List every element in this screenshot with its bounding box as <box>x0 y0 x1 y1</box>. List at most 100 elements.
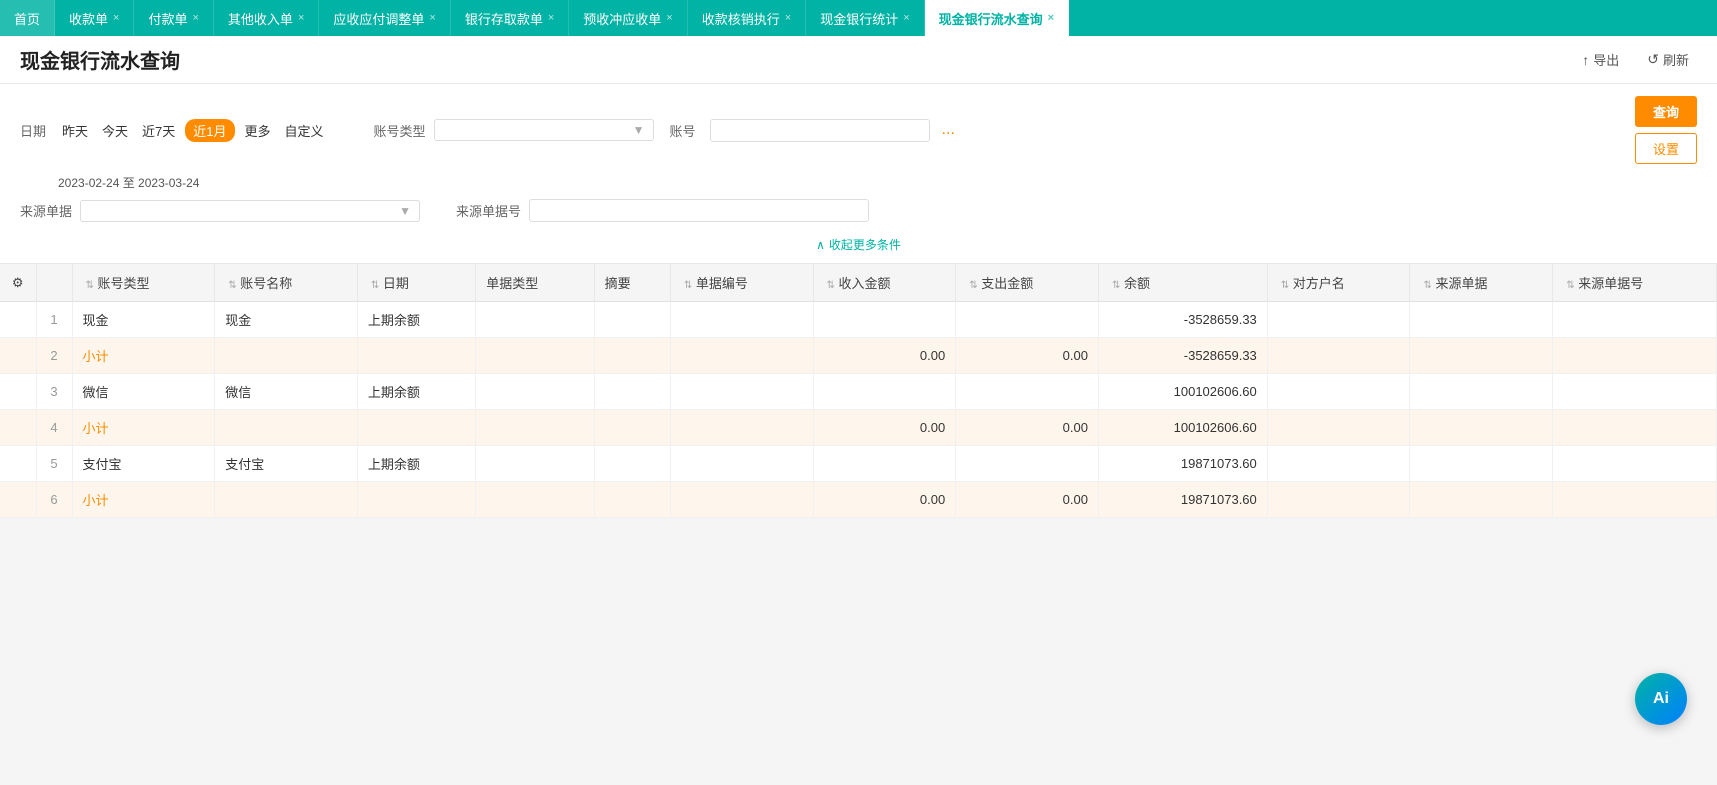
row-doc-no <box>670 338 813 374</box>
row-doc-type <box>476 374 594 410</box>
source-doc-no-filter-group: 来源单据号 <box>456 199 869 222</box>
row-source-doc <box>1410 338 1553 374</box>
nav-item-bank-stats[interactable]: 现金银行统计 × <box>806 0 924 36</box>
filter-area: 日期 昨天 今天 近7天 近1月 更多 自定义 账号类型 ▼ 账号 .. <box>0 84 1717 264</box>
close-icon[interactable]: × <box>666 12 672 24</box>
row-gear <box>0 338 36 374</box>
table-row[interactable]: 1 现金 现金 上期余额 -3528659.33 <box>0 302 1717 338</box>
close-icon[interactable]: × <box>1048 12 1054 24</box>
date-filter-group: 日期 昨天 今天 近7天 近1月 更多 自定义 <box>20 119 328 142</box>
row-account-name <box>215 482 358 518</box>
col-doc-no[interactable]: ⇅ 单据编号 <box>670 264 813 302</box>
close-icon[interactable]: × <box>548 12 554 24</box>
page-title: 现金银行流水查询 <box>20 45 180 74</box>
row-num: 6 <box>36 482 72 518</box>
row-summary <box>594 374 670 410</box>
page-header: 现金银行流水查询 ↑ 导出 ↺ 刷新 <box>0 36 1717 84</box>
sort-icon: ⇅ <box>86 280 94 291</box>
row-balance: 19871073.60 <box>1098 446 1267 482</box>
date-yesterday-btn[interactable]: 昨天 <box>58 119 92 142</box>
account-input-wrap <box>710 119 930 142</box>
sort-icon: ⇅ <box>1566 280 1574 291</box>
row-doc-no <box>670 446 813 482</box>
ai-button[interactable]: Ai <box>1635 673 1687 725</box>
source-doc-no-input[interactable] <box>538 203 860 218</box>
col-account-type[interactable]: ⇅ 账号类型 <box>72 264 215 302</box>
sort-icon: ⇅ <box>371 280 379 291</box>
nav-item-bank-deposit[interactable]: 银行存取款单 × <box>451 0 569 36</box>
col-summary: 摘要 <box>594 264 670 302</box>
account-dots-btn[interactable]: ... <box>938 121 959 139</box>
row-account-type: 微信 <box>72 374 215 410</box>
col-date[interactable]: ⇅ 日期 <box>357 264 475 302</box>
row-date <box>357 410 475 446</box>
table-row[interactable]: 4 小计 0.00 0.00 100102606.60 <box>0 410 1717 446</box>
row-counterparty <box>1267 338 1410 374</box>
row-account-type: 小计 <box>72 338 215 374</box>
col-gear[interactable]: ⚙ <box>0 264 36 302</box>
col-source-doc-no[interactable]: ⇅ 来源单据号 <box>1553 264 1717 302</box>
col-account-name[interactable]: ⇅ 账号名称 <box>215 264 358 302</box>
date-range-row: 2023-02-24 至 2023-03-24 <box>20 174 1697 191</box>
account-label: 账号 <box>670 121 702 140</box>
row-summary <box>594 302 670 338</box>
row-expense: 0.00 <box>956 482 1099 518</box>
nav-item-payment[interactable]: 付款单 × <box>134 0 213 36</box>
col-balance[interactable]: ⇅ 余额 <box>1098 264 1267 302</box>
table-body: 1 现金 现金 上期余额 -3528659.33 2 小计 0.00 0.00 … <box>0 302 1717 518</box>
nav-item-other-income[interactable]: 其他收入单 × <box>214 0 319 36</box>
query-button[interactable]: 查询 <box>1635 96 1697 127</box>
export-button[interactable]: ↑ 导出 <box>1574 46 1627 73</box>
data-table: ⚙ ⇅ 账号类型 ⇅ 账号名称 ⇅ 日期 单据类型 摘要 <box>0 264 1717 518</box>
col-counterparty[interactable]: ⇅ 对方户名 <box>1267 264 1410 302</box>
nav-item-ar-adjustment[interactable]: 应收应付调整单 × <box>319 0 450 36</box>
close-icon[interactable]: × <box>429 12 435 24</box>
account-type-label: 账号类型 <box>374 121 426 140</box>
date-1month-btn[interactable]: 近1月 <box>185 119 234 142</box>
close-icon[interactable]: × <box>113 12 119 24</box>
table-row[interactable]: 5 支付宝 支付宝 上期余额 19871073.60 <box>0 446 1717 482</box>
row-balance: -3528659.33 <box>1098 302 1267 338</box>
date-today-btn[interactable]: 今天 <box>98 119 132 142</box>
row-expense <box>956 302 1099 338</box>
date-7days-btn[interactable]: 近7天 <box>138 119 179 142</box>
row-source-doc <box>1410 302 1553 338</box>
collapse-label: 收起更多条件 <box>829 236 901 253</box>
nav-item-bank-flow[interactable]: 现金银行流水查询 × <box>925 0 1069 36</box>
col-expense[interactable]: ⇅ 支出金额 <box>956 264 1099 302</box>
row-source-doc-no <box>1553 410 1717 446</box>
nav-item-receipt-exec[interactable]: 收款核销执行 × <box>688 0 806 36</box>
source-doc-select[interactable]: ▼ <box>80 200 420 222</box>
data-table-container: ⚙ ⇅ 账号类型 ⇅ 账号名称 ⇅ 日期 单据类型 摘要 <box>0 264 1717 518</box>
row-account-type: 小计 <box>72 410 215 446</box>
date-more-btn[interactable]: 更多 <box>241 119 275 142</box>
sort-icon: ⇅ <box>1112 280 1120 291</box>
table-row[interactable]: 3 微信 微信 上期余额 100102606.60 <box>0 374 1717 410</box>
nav-item-receipt[interactable]: 收款单 × <box>55 0 134 36</box>
account-input[interactable] <box>719 123 921 138</box>
settings-button[interactable]: 设置 <box>1635 133 1697 164</box>
col-num <box>36 264 72 302</box>
account-type-select[interactable]: ▼ <box>434 119 654 141</box>
close-icon[interactable]: × <box>192 12 198 24</box>
row-account-type: 现金 <box>72 302 215 338</box>
row-gear <box>0 446 36 482</box>
row-income <box>813 302 956 338</box>
close-icon[interactable]: × <box>785 12 791 24</box>
table-row[interactable]: 2 小计 0.00 0.00 -3528659.33 <box>0 338 1717 374</box>
close-icon[interactable]: × <box>903 12 909 24</box>
row-income <box>813 446 956 482</box>
action-buttons: 查询 设置 <box>1635 96 1697 164</box>
nav-item-home[interactable]: 首页 <box>0 0 55 36</box>
collapse-bar[interactable]: ∧ 收起更多条件 <box>20 232 1697 255</box>
row-expense <box>956 374 1099 410</box>
col-source-doc[interactable]: ⇅ 来源单据 <box>1410 264 1553 302</box>
date-range-text: 2023-02-24 至 2023-03-24 <box>58 174 199 191</box>
table-row[interactable]: 6 小计 0.00 0.00 19871073.60 <box>0 482 1717 518</box>
close-icon[interactable]: × <box>298 12 304 24</box>
nav-item-prepayment[interactable]: 预收冲应收单 × <box>569 0 687 36</box>
col-income[interactable]: ⇅ 收入金额 <box>813 264 956 302</box>
date-custom-btn[interactable]: 自定义 <box>281 119 328 142</box>
row-income <box>813 374 956 410</box>
refresh-button[interactable]: ↺ 刷新 <box>1639 46 1697 73</box>
